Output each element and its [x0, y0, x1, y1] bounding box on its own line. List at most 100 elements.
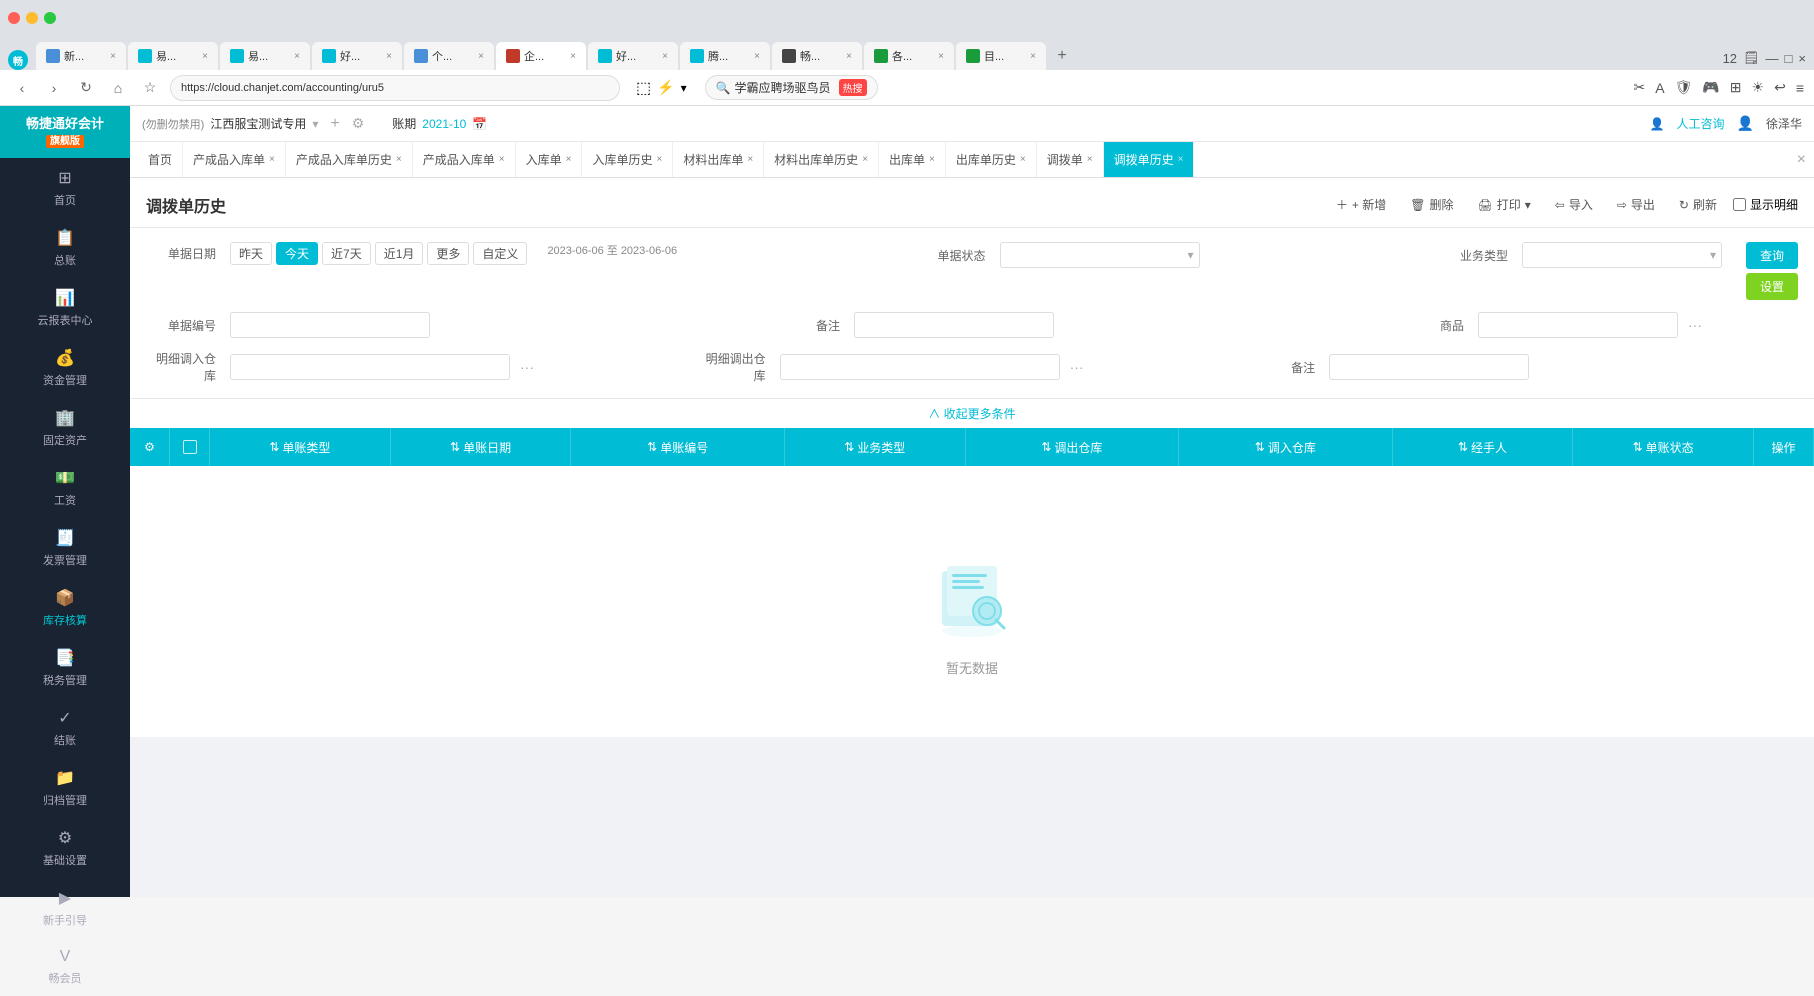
- sidebar-item-archive[interactable]: 📁 归档管理: [0, 758, 130, 818]
- refresh-button[interactable]: ↻ 刷新: [1671, 192, 1725, 217]
- sidebar-item-funds[interactable]: 💰 资金管理: [0, 338, 130, 398]
- company-settings-icon[interactable]: ⚙: [352, 115, 365, 132]
- query-button[interactable]: 查询: [1746, 242, 1798, 269]
- sidebar-item-payroll[interactable]: 💵 工资: [0, 458, 130, 518]
- home-button[interactable]: ⌂: [106, 76, 130, 100]
- th-in[interactable]: ⇅ 调入仓库: [1179, 428, 1392, 466]
- detail-out-more-icon[interactable]: ···: [1070, 359, 1084, 375]
- th-biz[interactable]: ⇅ 业务类型: [785, 428, 966, 466]
- tab-material-out-history[interactable]: 材料出库单历史 ×: [764, 142, 879, 178]
- menu-icon[interactable]: ≡: [1796, 80, 1804, 96]
- display-toggle[interactable]: 显示明细: [1733, 196, 1798, 213]
- close-all-tabs-icon[interactable]: ×: [1797, 151, 1806, 169]
- th-gear-cell[interactable]: ⚙: [130, 428, 170, 466]
- display-checkbox[interactable]: [1733, 198, 1746, 211]
- tab-material-out[interactable]: 材料出库单 ×: [673, 142, 764, 178]
- calendar-icon[interactable]: 📅: [472, 117, 487, 131]
- th-out[interactable]: ⇅ 调出仓库: [966, 428, 1179, 466]
- refresh-browser-button[interactable]: ↻: [74, 76, 98, 100]
- add-company-button[interactable]: +: [330, 115, 339, 133]
- back-button[interactable]: ‹: [10, 76, 34, 100]
- sidebar-item-tax[interactable]: 📑 税务管理: [0, 638, 130, 698]
- th-date[interactable]: ⇅ 单账日期: [391, 428, 572, 466]
- translate-icon[interactable]: A: [1655, 80, 1664, 96]
- sidebar-item-assets[interactable]: 🏢 固定资产: [0, 398, 130, 458]
- sidebar-item-home[interactable]: ⊞ 首页: [0, 158, 130, 218]
- export-button[interactable]: ⇨ 导出: [1609, 192, 1663, 217]
- browser-tab-1[interactable]: 新... ×: [36, 42, 126, 70]
- browser-tab-10[interactable]: 各... ×: [864, 42, 954, 70]
- date-btn-today[interactable]: 今天: [276, 242, 318, 265]
- detail-in-input[interactable]: [230, 354, 510, 380]
- select-all-checkbox[interactable]: [183, 440, 197, 454]
- browser-tab-6[interactable]: 企... ×: [496, 42, 586, 70]
- sidebar-item-closing[interactable]: ✓ 结账: [0, 698, 130, 758]
- tab-transfer[interactable]: 调拨单 ×: [1037, 142, 1104, 178]
- tab-out[interactable]: 出库单 ×: [879, 142, 946, 178]
- date-btn-1month[interactable]: 近1月: [375, 242, 424, 265]
- company-selector[interactable]: (勿删勿禁用) 江西服宝测试专用 ▾: [142, 115, 318, 132]
- grid-icon[interactable]: ⊞: [1730, 79, 1742, 96]
- goods-more-icon[interactable]: ···: [1688, 317, 1702, 333]
- th-number[interactable]: ⇅ 单账编号: [571, 428, 784, 466]
- th-handler[interactable]: ⇅ 经手人: [1393, 428, 1574, 466]
- browser-tab-2[interactable]: 易... ×: [128, 42, 218, 70]
- settings-button[interactable]: 设置: [1746, 273, 1798, 300]
- undo-icon[interactable]: ↩: [1774, 79, 1786, 96]
- tab-products-in-history[interactable]: 产成品入库单历史 ×: [286, 142, 413, 178]
- tab-home[interactable]: 首页: [138, 142, 183, 178]
- sidebar-item-inventory[interactable]: 📦 库存核算: [0, 578, 130, 638]
- collapse-bar[interactable]: ∧ 收起更多条件: [130, 399, 1814, 428]
- sidebar-item-settings[interactable]: ⚙ 基础设置: [0, 818, 130, 878]
- date-btn-7days[interactable]: 近7天: [322, 242, 371, 265]
- date-btn-custom[interactable]: 自定义: [473, 242, 527, 265]
- th-checkbox-cell[interactable]: [170, 428, 210, 466]
- number-input[interactable]: [230, 312, 430, 338]
- new-button[interactable]: ＋ + 新增: [1328, 192, 1394, 217]
- tab-products-in[interactable]: 产成品入库单 ×: [183, 142, 286, 178]
- remark-input[interactable]: [854, 312, 1054, 338]
- tab-transfer-history[interactable]: 调拨单历史 ×: [1104, 142, 1195, 178]
- service-label[interactable]: 人工咨询: [1677, 115, 1725, 132]
- shield-icon[interactable]: 🛡: [1675, 79, 1693, 96]
- user-name[interactable]: 徐泽华: [1766, 115, 1802, 132]
- tab-in-history[interactable]: 入库单历史 ×: [582, 142, 673, 178]
- browser-tab-8[interactable]: 腾... ×: [680, 42, 770, 70]
- tab-out-history[interactable]: 出库单历史 ×: [946, 142, 1037, 178]
- th-status[interactable]: ⇅ 单账状态: [1573, 428, 1754, 466]
- new-tab-button[interactable]: +: [1048, 42, 1076, 70]
- th-type[interactable]: ⇅ 单账类型: [210, 428, 391, 466]
- import-button[interactable]: ⇦ 导入: [1547, 192, 1601, 217]
- scissors-icon[interactable]: ✂: [1634, 79, 1646, 96]
- company-dropdown-icon[interactable]: ▾: [312, 117, 318, 131]
- browser-tab-9[interactable]: 畅... ×: [772, 42, 862, 70]
- print-dropdown-icon[interactable]: ▾: [1525, 198, 1531, 212]
- sidebar-item-guide[interactable]: ▶ 新手引导: [0, 878, 130, 938]
- goods-input[interactable]: [1478, 312, 1678, 338]
- detail-out-input[interactable]: [780, 354, 1060, 380]
- period-value[interactable]: 2021-10: [422, 117, 466, 131]
- browser-tab-5[interactable]: 个... ×: [404, 42, 494, 70]
- browser-tab-7[interactable]: 好... ×: [588, 42, 678, 70]
- theme-icon[interactable]: ☀: [1752, 79, 1765, 96]
- remark2-input[interactable]: [1329, 354, 1529, 380]
- delete-button[interactable]: 🗑 删除: [1402, 192, 1461, 217]
- biz-type-select[interactable]: [1522, 242, 1722, 268]
- tab-products-in2[interactable]: 产成品入库单 ×: [413, 142, 516, 178]
- sidebar-item-member[interactable]: V 畅会员: [0, 938, 130, 996]
- status-select[interactable]: [1000, 242, 1200, 268]
- forward-button[interactable]: ›: [42, 76, 66, 100]
- browser-tab-11[interactable]: 目... ×: [956, 42, 1046, 70]
- browser-tab-4[interactable]: 好... ×: [312, 42, 402, 70]
- game-icon[interactable]: 🎮: [1702, 79, 1719, 96]
- dropdown-icon[interactable]: ▾: [681, 81, 687, 95]
- print-button[interactable]: 🖨 打印 ▾: [1469, 192, 1538, 217]
- date-btn-more[interactable]: 更多: [427, 242, 469, 265]
- browser-tab-3[interactable]: 易... ×: [220, 42, 310, 70]
- star-button[interactable]: ☆: [138, 76, 162, 100]
- address-input[interactable]: [170, 75, 620, 101]
- sidebar-item-reports[interactable]: 📊 云报表中心: [0, 278, 130, 338]
- date-btn-yesterday[interactable]: 昨天: [230, 242, 272, 265]
- sidebar-item-ledger[interactable]: 📋 总账: [0, 218, 130, 278]
- detail-in-more-icon[interactable]: ···: [520, 359, 534, 375]
